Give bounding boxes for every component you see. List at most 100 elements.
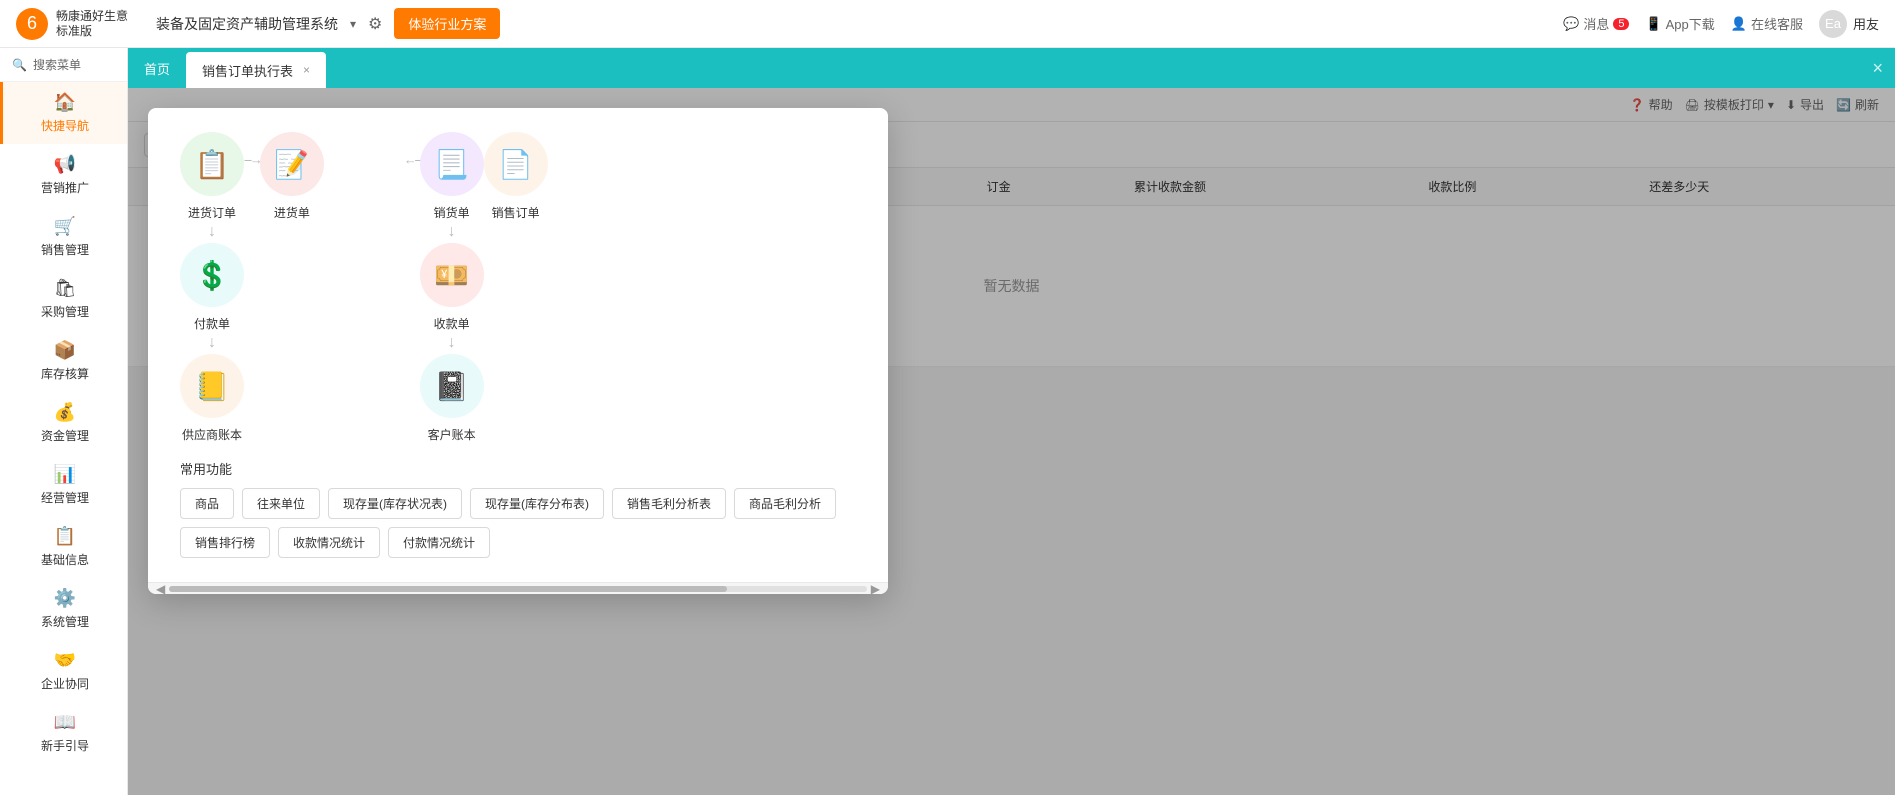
- purchase-bill-item: 📝 进货单: [260, 132, 324, 221]
- message-badge: 5: [1613, 18, 1629, 30]
- scrollbar-right-arrow[interactable]: ▶: [867, 582, 884, 595]
- sales-order-circle[interactable]: 📄: [484, 132, 548, 196]
- sidebar-item-label: 系统管理: [41, 613, 89, 630]
- purchase-bill-circle[interactable]: 📝: [260, 132, 324, 196]
- sidebar-item-corp[interactable]: 🤝 企业协同: [0, 640, 127, 702]
- payment-circle[interactable]: 💲: [180, 243, 244, 307]
- message-item[interactable]: 💬 消息 5: [1563, 14, 1629, 33]
- customer-ledger-item: 📓 客户账本: [420, 354, 484, 443]
- common-functions-title: 常用功能: [180, 459, 856, 478]
- btn-sales-profit[interactable]: 销售毛利分析表: [612, 488, 726, 519]
- mid-left-col: 📝 进货单: [260, 132, 324, 221]
- supplier-ledger-item: 📒 供应商账本: [180, 354, 244, 443]
- sales-bill-circle[interactable]: 📃: [420, 132, 484, 196]
- receipt-item: 💴 收款单: [420, 243, 484, 332]
- sidebar-item-purchase[interactable]: 🛍 采购管理: [0, 268, 127, 330]
- sidebar-item-marketing[interactable]: 📢 营销推广: [0, 144, 127, 206]
- sidebar-item-label: 营销推广: [41, 179, 89, 196]
- purchase-order-circle[interactable]: 📋: [180, 132, 244, 196]
- sidebar: 🔍 搜索菜单 🏠 快捷导航 📢 营销推广 🛒 销售管理 🛍 采购管理 📦: [0, 48, 128, 795]
- purchase-icon: 🛍: [54, 278, 77, 299]
- receipt-circle[interactable]: 💴: [420, 243, 484, 307]
- top-bar: 6 畅康通好生意 标准版 装备及固定资产辅助管理系统 ▾ ⚙ 体验行业方案 💬 …: [0, 0, 1895, 48]
- common-functions-section: 常用功能 商品 往来单位 现存量(库存状况表) 现存量(库存分布表) 销售毛利分…: [180, 459, 856, 558]
- btn-stock-status[interactable]: 现存量(库存状况表): [328, 488, 462, 519]
- modal-scrollbar: ◀ ▶: [148, 582, 888, 594]
- scrollbar-track: [169, 586, 867, 592]
- modal-body: 📋 进货订单 ↓ 💲 付款单 ↓: [148, 108, 888, 582]
- right-col: 📄 销售订单: [484, 132, 548, 221]
- logo-area: 6 畅康通好生意 标准版: [16, 8, 128, 40]
- sidebar-item-label: 企业协同: [41, 675, 89, 692]
- sales-order-item: 📄 销售订单: [484, 132, 548, 221]
- sidebar-item-label: 经营管理: [41, 489, 89, 506]
- arrow-pay-to-sup: ↓: [208, 334, 216, 352]
- scrollbar-thumb[interactable]: [169, 586, 727, 592]
- common-buttons-row-2: 销售排行榜 收款情况统计 付款情况统计: [180, 527, 856, 558]
- app-download-label: App下载: [1666, 14, 1715, 33]
- supplier-ledger-circle[interactable]: 📒: [180, 354, 244, 418]
- content-area: 首页 销售订单执行表 × × ❓ 帮助 🖨: [128, 48, 1895, 795]
- sidebar-item-base[interactable]: 📋 基础信息: [0, 516, 127, 578]
- tab-home[interactable]: 首页: [128, 48, 186, 88]
- sidebar-item-label: 库存核算: [41, 365, 89, 382]
- system-dropdown-arrow[interactable]: ▾: [350, 17, 356, 31]
- tab-close-icon[interactable]: ×: [303, 63, 310, 77]
- sales-icon: 🛒: [54, 216, 76, 237]
- sales-bill-item: 📃 销货单: [420, 132, 484, 221]
- search-icon: 🔍: [12, 58, 27, 72]
- sidebar-item-inventory[interactable]: 📦 库存核算: [0, 330, 127, 392]
- sidebar-item-guide[interactable]: 📖 新手引导: [0, 702, 127, 764]
- sidebar-item-label: 快捷导航: [41, 117, 89, 134]
- settings-icon[interactable]: ⚙: [368, 14, 382, 34]
- sidebar-item-label: 新手引导: [41, 737, 89, 754]
- btn-payment-stats[interactable]: 付款情况统计: [388, 527, 490, 558]
- search-menu-item[interactable]: 🔍 搜索菜单: [0, 48, 127, 82]
- btn-stock-dist[interactable]: 现存量(库存分布表): [470, 488, 604, 519]
- message-label: 消息: [1583, 14, 1609, 33]
- page-content: ❓ 帮助 🖨 按模板打印 ▾ ⬇ 导出 🔄 刷新: [128, 88, 1895, 795]
- app-container: 6 畅康通好生意 标准版 装备及固定资产辅助管理系统 ▾ ⚙ 体验行业方案 💬 …: [0, 0, 1895, 795]
- sales-bill-label: 销货单: [434, 204, 470, 221]
- tab-sales-order-label: 销售订单执行表: [202, 61, 293, 80]
- sidebar-item-system[interactable]: ⚙️ 系统管理: [0, 578, 127, 640]
- flow-diagram: 📋 进货订单 ↓ 💲 付款单 ↓: [180, 132, 856, 443]
- sidebar-item-finance[interactable]: 💰 资金管理: [0, 392, 127, 454]
- btn-sales-rank[interactable]: 销售排行榜: [180, 527, 270, 558]
- avatar: Ea: [1819, 10, 1847, 38]
- user-section[interactable]: Ea 用友: [1819, 10, 1879, 38]
- top-bar-right: 💬 消息 5 📱 App下载 👤 在线客服 Ea 用友: [1563, 10, 1879, 38]
- sidebar-item-operation[interactable]: 📊 经营管理: [0, 454, 127, 516]
- arrow-rec-to-cust: ↓: [448, 334, 456, 352]
- payment-item: 💲 付款单: [180, 243, 244, 332]
- h-arrow-2: ← - - -: [404, 132, 420, 167]
- sidebar-item-quick-nav[interactable]: 🏠 快捷导航: [0, 82, 127, 144]
- modal-overlay: 📋 进货订单 ↓ 💲 付款单 ↓: [128, 88, 1895, 795]
- tab-close-all-button[interactable]: ×: [1860, 58, 1895, 79]
- btn-product[interactable]: 商品: [180, 488, 234, 519]
- trial-button[interactable]: 体验行业方案: [394, 8, 500, 39]
- btn-product-profit[interactable]: 商品毛利分析: [734, 488, 836, 519]
- operation-icon: 📊: [54, 464, 76, 485]
- customer-ledger-label: 客户账本: [428, 426, 476, 443]
- customer-ledger-circle[interactable]: 📓: [420, 354, 484, 418]
- sidebar-item-label: 资金管理: [41, 427, 89, 444]
- online-service-item[interactable]: 👤 在线客服: [1731, 14, 1803, 33]
- base-icon: 📋: [54, 526, 76, 547]
- mid-right-col: 📃 销货单 ↓ 💴 收款单 ↓: [420, 132, 484, 443]
- common-buttons-row-1: 商品 往来单位 现存量(库存状况表) 现存量(库存分布表) 销售毛利分析表 商品…: [180, 488, 856, 519]
- inventory-icon: 📦: [54, 340, 76, 361]
- app-logo-icon: 6: [16, 8, 48, 40]
- marketing-icon: 📢: [54, 154, 76, 175]
- user-name: 用友: [1853, 14, 1879, 33]
- corp-icon: 🤝: [54, 650, 76, 671]
- tab-sales-order[interactable]: 销售订单执行表 ×: [186, 52, 326, 88]
- btn-receipt-stats[interactable]: 收款情况统计: [278, 527, 380, 558]
- message-icon: 💬: [1563, 16, 1579, 32]
- btn-counterpart[interactable]: 往来单位: [242, 488, 320, 519]
- purchase-order-label: 进货订单: [188, 204, 236, 221]
- scrollbar-left-arrow[interactable]: ◀: [152, 582, 169, 595]
- sidebar-item-sales[interactable]: 🛒 销售管理: [0, 206, 127, 268]
- app-download-item[interactable]: 📱 App下载: [1645, 14, 1714, 33]
- top-bar-left: 6 畅康通好生意 标准版 装备及固定资产辅助管理系统 ▾ ⚙ 体验行业方案: [16, 8, 1563, 40]
